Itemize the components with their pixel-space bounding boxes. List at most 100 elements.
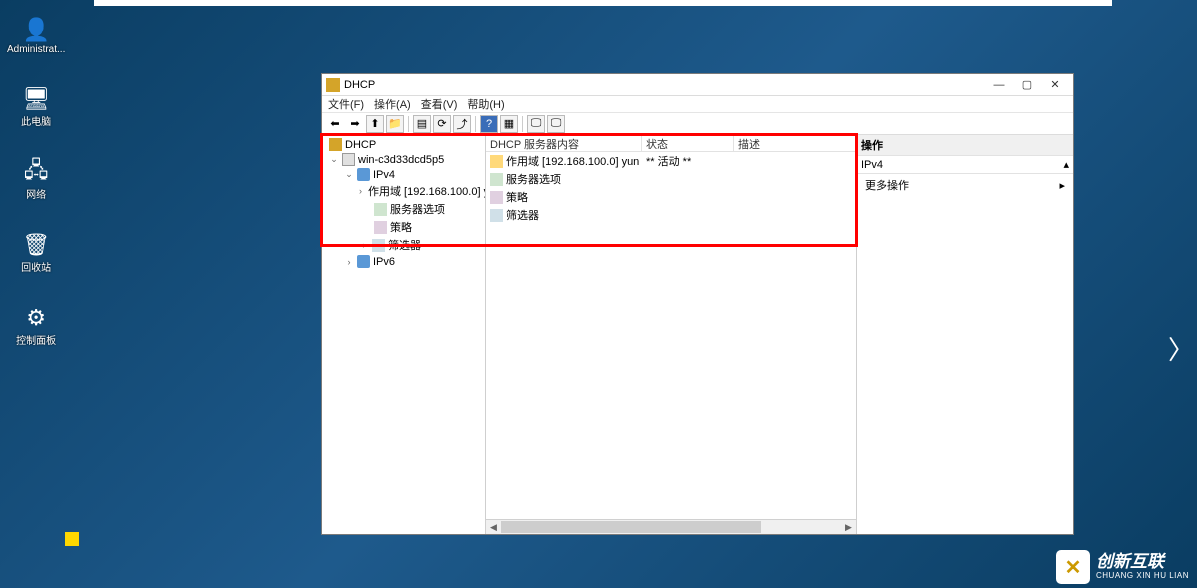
up-button[interactable]: ⬆ [366, 115, 384, 133]
expander-icon[interactable]: › [359, 240, 369, 250]
policy-icon [374, 221, 387, 234]
policy-icon [490, 191, 503, 204]
carousel-next-button[interactable]: 〉 [1168, 330, 1194, 367]
toolbar-sep [522, 116, 523, 132]
list-cell [734, 207, 856, 223]
expander-icon[interactable]: ⌄ [329, 154, 339, 165]
window-titlebar[interactable]: DHCP — ▢ ✕ [322, 74, 1073, 96]
tree-ipv6[interactable]: › IPv6 [324, 254, 485, 269]
top-bar-fragment [94, 0, 1112, 6]
expander-icon[interactable]: ⌄ [344, 169, 354, 180]
list-row[interactable]: 作用域 [192.168.100.0] yun ** 活动 ** [486, 152, 856, 170]
horizontal-scrollbar[interactable]: ◀ ▶ [486, 519, 856, 534]
server-icon [342, 153, 355, 166]
watermark-logo-icon: ✕ [1056, 550, 1090, 584]
list-button[interactable]: ▤ [413, 115, 431, 133]
col-header-name[interactable]: DHCP 服务器内容 [486, 135, 642, 151]
list-cell [734, 189, 856, 205]
tree-server-options[interactable]: 服务器选项 [324, 200, 485, 218]
network-icon: 🖧 [21, 160, 51, 184]
export-button[interactable]: ⤴ [453, 115, 471, 133]
tree-server[interactable]: ⌄ win-c3d33dcd5p5 [324, 152, 485, 167]
folder-button[interactable]: 📁 [386, 115, 404, 133]
action-pane-group: IPv4 ▴ [857, 156, 1073, 174]
list-cell: 服务器选项 [506, 171, 561, 187]
taskbar-item-fragment [65, 532, 79, 546]
menu-file[interactable]: 文件(F) [328, 96, 364, 112]
tree-label: 筛选器 [388, 237, 421, 253]
action-pane: 操作 IPv4 ▴ 更多操作 ▸ [857, 135, 1073, 534]
toolbar-sep [408, 116, 409, 132]
forward-button[interactable]: ➡ [346, 115, 364, 133]
tree-label: IPv6 [373, 256, 395, 268]
tree-ipv4[interactable]: ⌄ IPv4 [324, 167, 485, 182]
action-pane-header: 操作 [857, 135, 1073, 156]
action-more[interactable]: 更多操作 ▸ [857, 174, 1073, 196]
tree-pane: DHCP ⌄ win-c3d33dcd5p5 ⌄ IPv4 › 作用域 [192… [322, 135, 486, 534]
toolbar-sep [475, 116, 476, 132]
content-area: DHCP ⌄ win-c3d33dcd5p5 ⌄ IPv4 › 作用域 [192… [322, 135, 1073, 534]
tree-policies[interactable]: 策略 [324, 218, 485, 236]
toolbar: ⬅ ➡ ⬆ 📁 ▤ ⟳ ⤴ ? ▦ 🖵 🖵 [322, 113, 1073, 135]
scrollbar-thumb[interactable] [501, 521, 761, 533]
desktop-icon-controlpanel[interactable]: ⚙ 控制面板 [7, 306, 65, 347]
close-button[interactable]: ✕ [1041, 76, 1069, 94]
list-body: 作用域 [192.168.100.0] yun ** 活动 ** 服务器选项 策… [486, 152, 856, 519]
watermark-brand: 创新互联 [1096, 553, 1189, 572]
options-icon [490, 173, 503, 186]
control-panel-icon: ⚙ [21, 306, 51, 330]
desktop-icon-label: 此电脑 [21, 113, 51, 128]
list-cell [642, 189, 734, 205]
app-icon [326, 78, 340, 92]
col-header-status[interactable]: 状态 [642, 135, 734, 151]
refresh-button[interactable]: ⟳ [433, 115, 451, 133]
menu-view[interactable]: 查看(V) [421, 96, 458, 112]
action-group-label: IPv4 [861, 159, 883, 171]
filter-icon [372, 239, 385, 252]
tree-label: win-c3d33dcd5p5 [358, 154, 444, 166]
list-cell: 策略 [506, 189, 528, 205]
extra2-button[interactable]: 🖵 [547, 115, 565, 133]
tree-label: IPv4 [373, 169, 395, 181]
filter-icon [490, 209, 503, 222]
list-cell [642, 207, 734, 223]
list-cell: 作用域 [192.168.100.0] yun [506, 153, 639, 169]
desktop-icon-thispc[interactable]: 🖥 此电脑 [7, 87, 65, 128]
back-button[interactable]: ⬅ [326, 115, 344, 133]
expander-icon[interactable]: › [359, 186, 362, 196]
desktop-icons: 👤 Administrat... 🖥 此电脑 🖧 网络 🗑 回收站 ⚙ 控制面板 [7, 18, 65, 347]
list-cell: 筛选器 [506, 207, 539, 223]
properties-button[interactable]: ▦ [500, 115, 518, 133]
help-button[interactable]: ? [480, 115, 498, 133]
maximize-button[interactable]: ▢ [1013, 76, 1041, 94]
desktop-icon-recycle[interactable]: 🗑 回收站 [7, 233, 65, 274]
extra1-button[interactable]: 🖵 [527, 115, 545, 133]
watermark: ✕ 创新互联 CHUANG XIN HU LIAN [1056, 550, 1189, 584]
scope-icon [490, 155, 503, 168]
desktop-icon-network[interactable]: 🖧 网络 [7, 160, 65, 201]
minimize-button[interactable]: — [985, 76, 1013, 94]
list-row[interactable]: 服务器选项 [486, 170, 856, 188]
window-title: DHCP [344, 79, 985, 91]
tree-label: 策略 [390, 219, 412, 235]
action-item-label: 更多操作 [865, 177, 909, 193]
tree-scope[interactable]: › 作用域 [192.168.100.0] yun [324, 182, 485, 200]
menubar: 文件(F) 操作(A) 查看(V) 帮助(H) [322, 96, 1073, 113]
menu-help[interactable]: 帮助(H) [467, 96, 504, 112]
user-icon: 👤 [21, 18, 51, 42]
list-row[interactable]: 筛选器 [486, 206, 856, 224]
desktop-icon-admin[interactable]: 👤 Administrat... [7, 18, 65, 55]
list-cell [734, 153, 856, 169]
desktop-icon-label: 控制面板 [16, 332, 56, 347]
tree-root-dhcp[interactable]: DHCP [324, 137, 485, 152]
col-header-desc[interactable]: 描述 [734, 135, 856, 151]
scroll-right-icon[interactable]: ▶ [841, 520, 856, 534]
menu-action[interactable]: 操作(A) [374, 96, 411, 112]
tree-filters[interactable]: › 筛选器 [324, 236, 485, 254]
scroll-left-icon[interactable]: ◀ [486, 520, 501, 534]
trash-icon: 🗑 [21, 233, 51, 257]
list-row[interactable]: 策略 [486, 188, 856, 206]
expander-icon[interactable]: › [344, 257, 354, 267]
desktop-icon-label: Administrat... [7, 44, 65, 55]
chevron-up-icon[interactable]: ▴ [1063, 158, 1069, 171]
